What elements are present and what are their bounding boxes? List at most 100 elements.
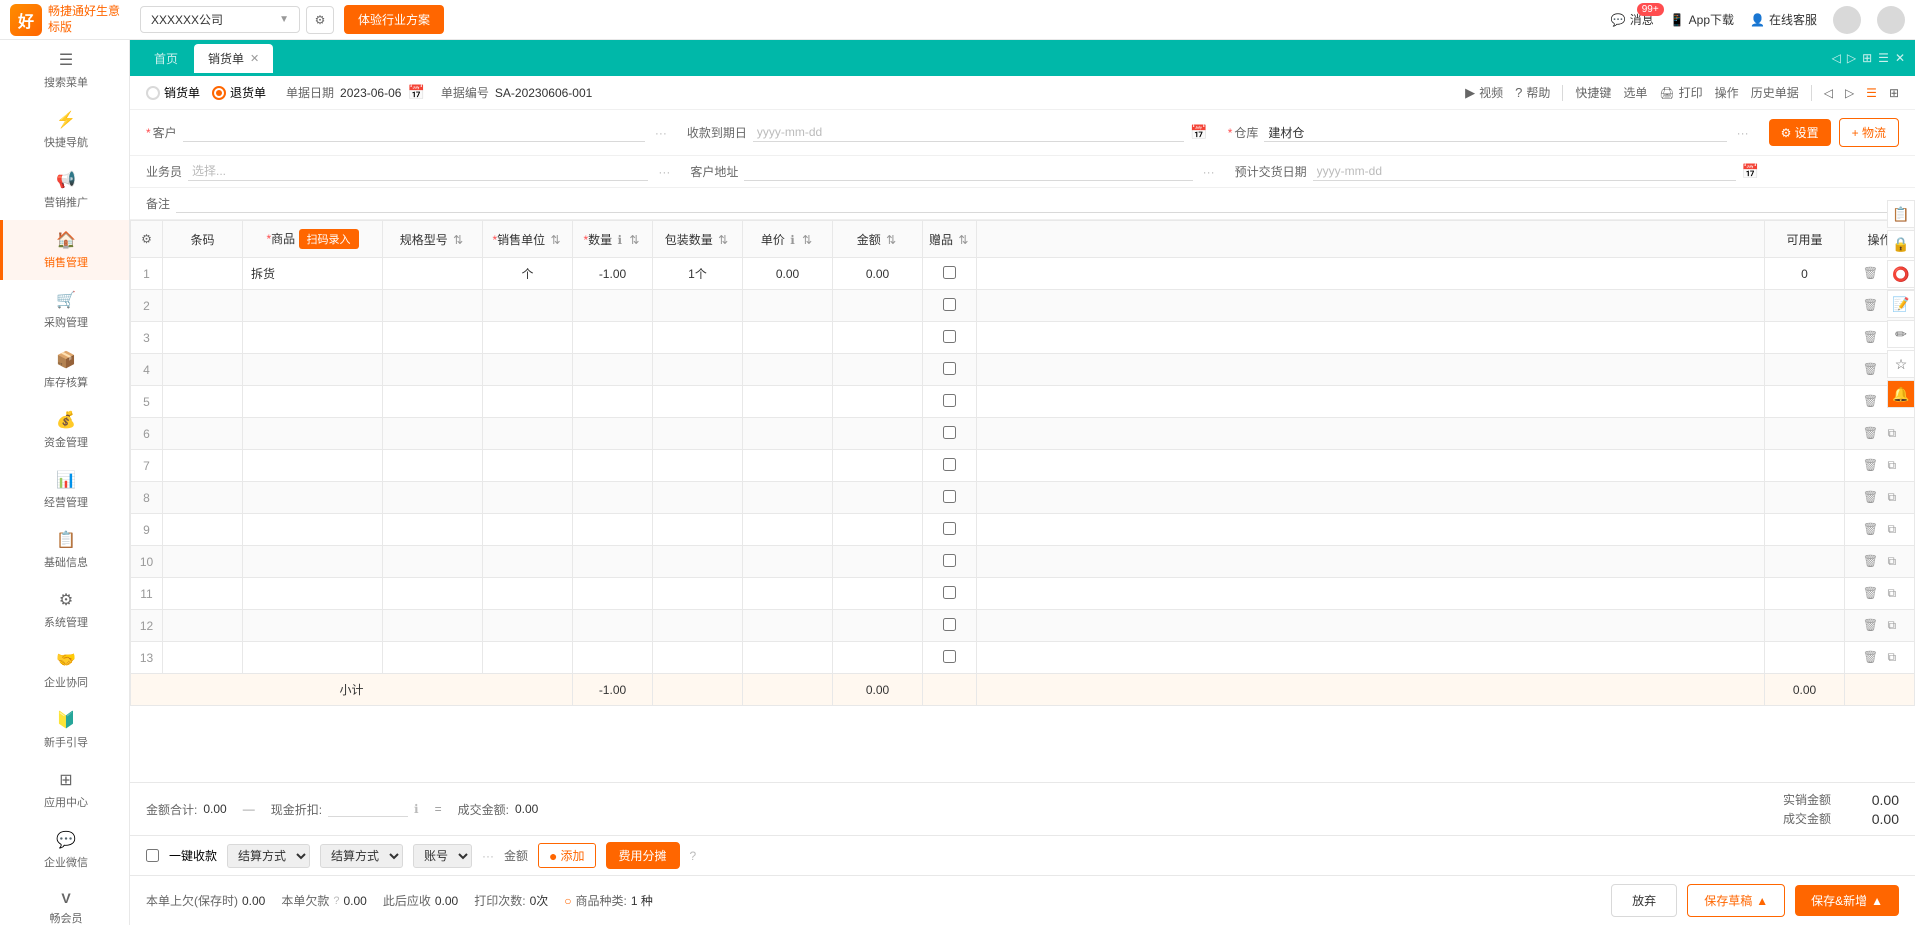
float-btn-4[interactable]: 📝: [1887, 290, 1915, 318]
delete-icon[interactable]: 🗑: [1863, 490, 1878, 504]
cell-unit-price[interactable]: [743, 386, 833, 418]
copy-icon[interactable]: ⧉: [1888, 458, 1897, 472]
avatar2[interactable]: [1877, 6, 1905, 34]
cell-amount[interactable]: 0.00: [833, 258, 923, 290]
tab-next-icon[interactable]: ▷: [1847, 51, 1856, 65]
cell-product[interactable]: [243, 514, 383, 546]
cell-barcode[interactable]: [163, 514, 243, 546]
one-click-checkbox[interactable]: [146, 849, 159, 862]
cell-barcode[interactable]: [163, 258, 243, 290]
nav-prev-icon[interactable]: ◁: [1824, 86, 1833, 100]
sidebar-item-apps[interactable]: ⊞ 应用中心: [0, 760, 129, 820]
tab-close-icon[interactable]: ✕: [250, 52, 259, 65]
cell-gift[interactable]: [923, 514, 977, 546]
cell-amount[interactable]: [833, 546, 923, 578]
th-qty-sort-icon[interactable]: ⇅: [629, 233, 639, 247]
cell-unit[interactable]: [483, 642, 573, 674]
cell-unit[interactable]: [483, 354, 573, 386]
delete-icon[interactable]: 🗑: [1863, 618, 1878, 632]
sidebar-item-finance[interactable]: 💰 资金管理: [0, 400, 129, 460]
cell-amount[interactable]: [833, 322, 923, 354]
th-amount-sort-icon[interactable]: ⇅: [886, 233, 896, 247]
float-btn-1[interactable]: 📋: [1887, 200, 1915, 228]
cell-gift[interactable]: [923, 386, 977, 418]
avatar[interactable]: [1833, 6, 1861, 34]
expense-split-button[interactable]: 费用分摊: [606, 842, 680, 869]
cell-unit[interactable]: [483, 514, 573, 546]
copy-icon[interactable]: ⧉: [1888, 522, 1897, 536]
company-selector[interactable]: XXXXXX公司 ▼: [140, 6, 300, 33]
cell-amount[interactable]: [833, 450, 923, 482]
cell-spec[interactable]: [383, 386, 483, 418]
radio-return-order[interactable]: 退货单: [212, 84, 266, 101]
cell-gift[interactable]: [923, 258, 977, 290]
cell-product[interactable]: [243, 290, 383, 322]
cell-spec[interactable]: [383, 546, 483, 578]
cell-gift[interactable]: [923, 322, 977, 354]
date-calendar-icon[interactable]: 📅: [407, 84, 424, 101]
total-debt-info-icon[interactable]: ?: [333, 895, 339, 907]
cell-unit[interactable]: [483, 290, 573, 322]
due-date-input[interactable]: [753, 123, 1184, 142]
copy-icon[interactable]: ⧉: [1888, 490, 1897, 504]
cell-spec[interactable]: [383, 322, 483, 354]
sidebar-item-member[interactable]: V 畅会员: [0, 880, 129, 925]
sidebar-item-marketing[interactable]: 📢 营销推广: [0, 160, 129, 220]
cell-spec[interactable]: [383, 450, 483, 482]
cell-gift[interactable]: [923, 354, 977, 386]
cell-unit[interactable]: 个: [483, 258, 573, 290]
cell-barcode[interactable]: [163, 482, 243, 514]
cell-barcode[interactable]: [163, 450, 243, 482]
warehouse-input[interactable]: [1264, 123, 1726, 142]
cell-product[interactable]: [243, 322, 383, 354]
cell-pack-qty[interactable]: [653, 610, 743, 642]
copy-icon[interactable]: ⧉: [1888, 586, 1897, 600]
cell-product[interactable]: [243, 386, 383, 418]
cell-amount[interactable]: [833, 514, 923, 546]
message-item[interactable]: 💬 消息 99+: [1611, 11, 1654, 28]
grid-view-icon[interactable]: ⊞: [1889, 86, 1899, 100]
cell-barcode[interactable]: [163, 290, 243, 322]
cell-pack-qty[interactable]: [653, 578, 743, 610]
delete-icon[interactable]: 🗑: [1863, 458, 1878, 472]
sidebar-item-purchase[interactable]: 🛒 采购管理: [0, 280, 129, 340]
cell-spec[interactable]: [383, 258, 483, 290]
cell-unit[interactable]: [483, 418, 573, 450]
tab-close-all-icon[interactable]: ✕: [1895, 51, 1905, 65]
th-qty-info-icon[interactable]: ℹ: [618, 233, 623, 247]
cell-unit-price[interactable]: [743, 482, 833, 514]
cell-barcode[interactable]: [163, 386, 243, 418]
discount-info-icon[interactable]: ℹ: [414, 802, 419, 816]
delete-icon[interactable]: 🗑: [1863, 650, 1878, 664]
cell-unit[interactable]: [483, 322, 573, 354]
video-link[interactable]: ▶ 视频: [1465, 84, 1503, 101]
help-link[interactable]: ? 帮助: [1515, 84, 1550, 101]
cell-barcode[interactable]: [163, 578, 243, 610]
cell-barcode[interactable]: [163, 610, 243, 642]
cell-qty[interactable]: [573, 514, 653, 546]
warehouse-more-icon[interactable]: ···: [1737, 126, 1749, 140]
cell-spec[interactable]: [383, 514, 483, 546]
cell-barcode[interactable]: [163, 642, 243, 674]
cell-pack-qty[interactable]: [653, 290, 743, 322]
delete-icon[interactable]: 🗑: [1863, 362, 1878, 376]
delete-icon[interactable]: 🗑: [1863, 586, 1878, 600]
add-payment-button[interactable]: ● 添加: [538, 843, 595, 868]
cell-spec[interactable]: [383, 354, 483, 386]
delete-icon[interactable]: 🗑: [1863, 522, 1878, 536]
cell-gift[interactable]: [923, 610, 977, 642]
cell-unit-price[interactable]: [743, 450, 833, 482]
cell-spec[interactable]: [383, 642, 483, 674]
copy-icon[interactable]: ⧉: [1888, 618, 1897, 632]
expense-help-icon[interactable]: ?: [690, 849, 697, 863]
sidebar-item-enterprise[interactable]: 🤝 企业协同: [0, 640, 129, 700]
cell-unit-price[interactable]: 0.00: [743, 258, 833, 290]
cell-spec[interactable]: [383, 610, 483, 642]
float-btn-5[interactable]: ✏: [1887, 320, 1915, 348]
delete-icon[interactable]: 🗑: [1863, 394, 1878, 408]
list-view-icon[interactable]: ☰: [1866, 86, 1877, 100]
cell-product[interactable]: [243, 450, 383, 482]
tab-home[interactable]: 首页: [140, 44, 192, 73]
cell-unit-price[interactable]: [743, 578, 833, 610]
customer-more-icon[interactable]: ···: [655, 126, 667, 140]
